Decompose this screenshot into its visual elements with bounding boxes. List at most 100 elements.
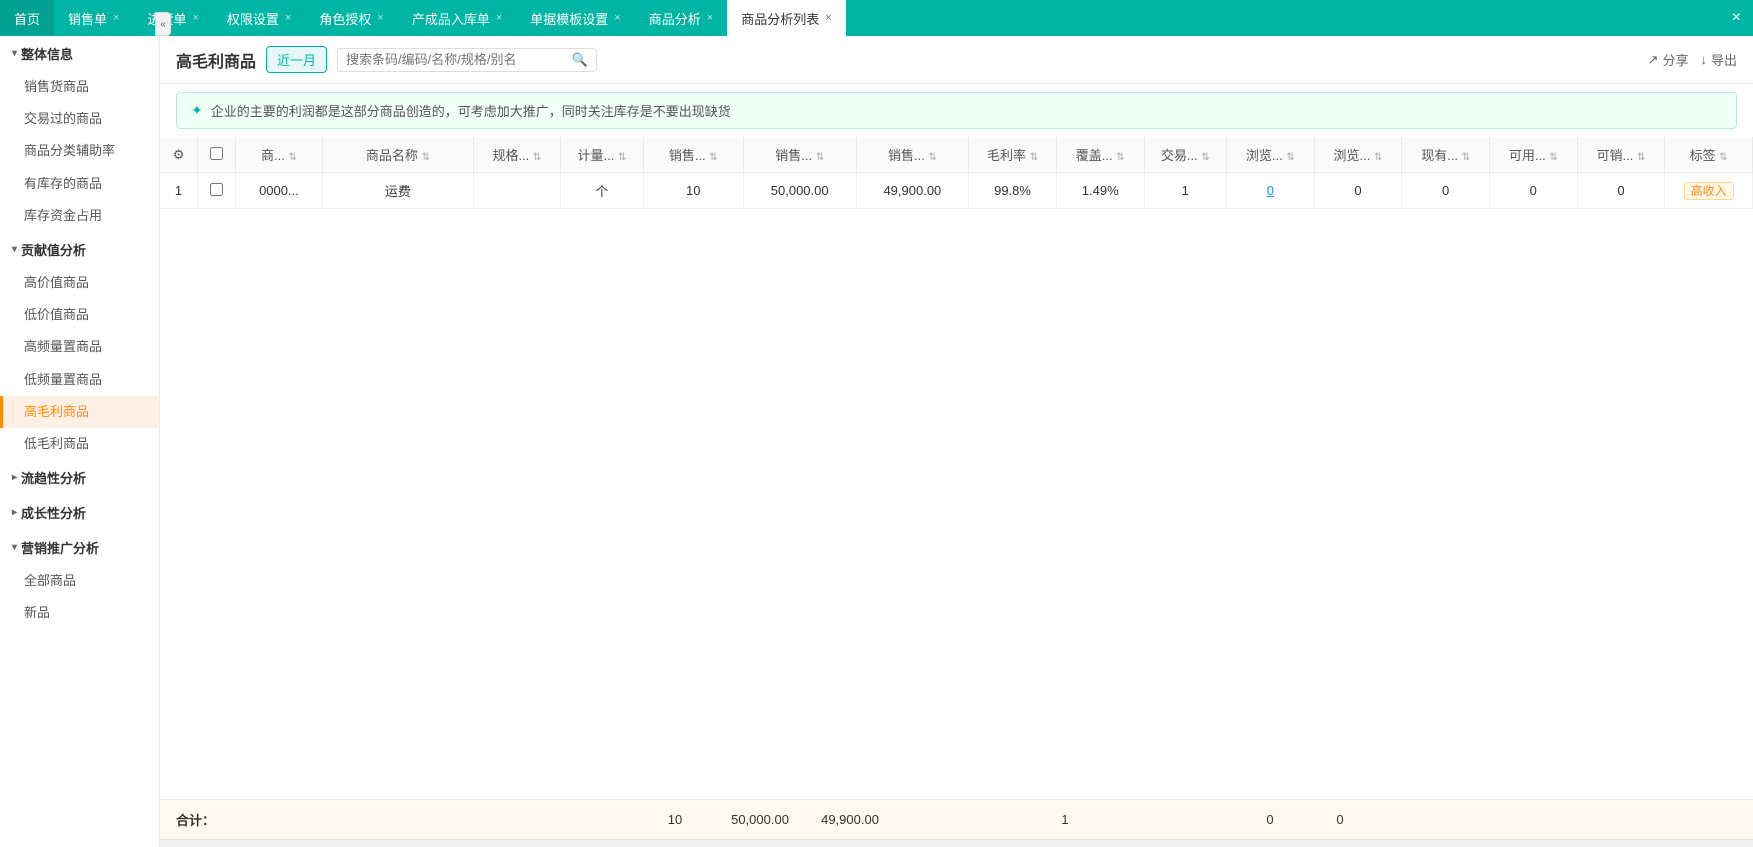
sidebar-section-overall[interactable]: ▾整体信息 [0,36,159,71]
sort-icon-code: ⇅ [288,152,296,163]
sidebar-item-high-freq[interactable]: 高频量置商品 [0,331,159,363]
sidebar-item-new-goods[interactable]: 新品 [0,597,159,629]
sort-icon-sales-profit: ⇅ [928,152,936,163]
sidebar-item-high-margin[interactable]: 高毛利商品 [0,396,159,428]
nav-item-template[interactable]: 单据模板设置 × [516,0,634,36]
header-actions: ↗ 分享 ↓ 导出 [1648,50,1737,69]
sidebar-item-low-value[interactable]: 低价值商品 [0,299,159,331]
row-sales-amount: 50,000.00 [743,173,856,209]
tag-badge: 高收入 [1684,182,1734,200]
sidebar-collapse-button[interactable]: « [155,12,171,36]
row-unit: 个 [561,173,643,209]
nav-item-purchase[interactable]: 进货单 × [133,0,212,36]
col-header-coverage[interactable]: 覆盖... ⇅ [1056,137,1144,173]
sidebar-section-marketing[interactable]: ▾营销推广分析 [0,530,159,565]
main-layout: ▾整体信息销售货商品交易过的商品商品分类辅助率有库存的商品库存资金占用▾贡献值分… [0,36,1753,847]
sidebar-item-traded-goods[interactable]: 交易过的商品 [0,103,159,135]
col-header-unit[interactable]: 计量... ⇅ [561,137,643,173]
sidebar-section-financial[interactable]: ▾贡献值分析 [0,232,159,267]
browse-link[interactable]: 0 [1267,183,1274,198]
col-header-sales-amount[interactable]: 销售... ⇅ [743,137,856,173]
col-label-salable: 可销... [1597,148,1634,163]
share-button[interactable]: ↗ 分享 [1648,50,1689,69]
nav-item-permission[interactable]: 权限设置 × [213,0,305,36]
footer-cell-0 [255,812,285,827]
col-label-spec: 规格... [492,148,529,163]
footer-cell-11: 1 [1035,812,1095,827]
col-label-tag: 标签 [1690,148,1716,163]
share-icon: ↗ [1648,52,1659,68]
select-all-checkbox[interactable] [210,147,223,160]
row-tag: 高收入 [1665,173,1753,209]
content-header: 高毛利商品 近一月 🔍 ↗ 分享 ↓ 导出 [160,36,1753,84]
search-input[interactable] [346,52,572,67]
col-label-sales-amount: 销售... [775,148,812,163]
col-header-trade[interactable]: 交易... ⇅ [1144,137,1226,173]
col-header-spec[interactable]: 规格... ⇅ [473,137,561,173]
nav-item-product-entry[interactable]: 产成品入库单 × [398,0,516,36]
sidebar-item-low-margin[interactable]: 低毛利商品 [0,428,159,460]
nav-close-role[interactable]: × [377,12,383,24]
col-header-settings[interactable]: ⚙ [160,137,198,173]
filter-month-button[interactable]: 近一月 [266,46,327,73]
export-button[interactable]: ↓ 导出 [1700,50,1737,69]
settings-icon[interactable]: ⚙ [173,147,185,162]
col-header-browse1[interactable]: 浏览... ⇅ [1227,137,1315,173]
col-header-code[interactable]: 商... ⇅ [235,137,323,173]
sidebar: ▾整体信息销售货商品交易过的商品商品分类辅助率有库存的商品库存资金占用▾贡献值分… [0,36,160,847]
footer-cell-7: 50,000.00 [715,812,805,827]
col-header-name[interactable]: 商品名称 ⇅ [323,137,473,173]
nav-close-purchase[interactable]: × [192,12,198,24]
row-checkbox[interactable] [198,173,236,209]
col-header-sales-profit[interactable]: 销售... ⇅ [856,137,969,173]
col-header-available[interactable]: 可用... ⇅ [1489,137,1577,173]
sidebar-item-stock-occupy[interactable]: 库存资金占用 [0,200,159,232]
nav-close-analysis-list[interactable]: × [825,12,831,24]
col-header-sales-qty[interactable]: 销售... ⇅ [643,137,743,173]
row-margin-rate: 99.8% [969,173,1057,209]
footer-cell-6: 10 [635,812,715,827]
nav-item-sales[interactable]: 销售单 × [54,0,133,36]
footer-cell-12 [1095,812,1165,827]
sidebar-item-low-freq[interactable]: 低频量置商品 [0,364,159,396]
nav-item-home[interactable]: 首页 [0,0,54,36]
nav-close-permission[interactable]: × [285,12,291,24]
nav-item-role[interactable]: 角色授权 × [305,0,397,36]
col-header-current[interactable]: 现有... ⇅ [1402,137,1490,173]
footer-cell-5 [575,812,635,827]
total-label: 合计： [176,810,215,829]
nav-close-analysis[interactable]: × [707,12,713,24]
sidebar-item-sales-goods[interactable]: 销售货商品 [0,71,159,103]
col-header-tag[interactable]: 标签 ⇅ [1665,137,1753,173]
row-checkbox[interactable] [210,183,223,196]
sort-icon-spec: ⇅ [533,152,541,163]
col-header-checkbox[interactable] [198,137,236,173]
footer-cell-14: 0 [1235,812,1305,827]
footer-cell-15: 0 [1305,812,1375,827]
sidebar-section-trend[interactable]: ▸流趋性分析 [0,460,159,495]
sidebar-item-stocked-goods[interactable]: 有库存的商品 [0,168,159,200]
content-area: 高毛利商品 近一月 🔍 ↗ 分享 ↓ 导出 ✦ 企业的主要的利润都是这部分商品创… [160,36,1753,847]
sort-icon-available: ⇅ [1549,152,1557,163]
sort-icon-browse1: ⇅ [1286,152,1294,163]
nav-close-template[interactable]: × [614,12,620,24]
search-box: 🔍 [337,48,597,72]
app-close-button[interactable]: × [1732,9,1741,27]
sidebar-item-all-goods[interactable]: 全部商品 [0,565,159,597]
info-icon: ✦ [191,102,203,119]
nav-close-product-entry[interactable]: × [496,12,502,24]
horizontal-scrollbar[interactable] [160,839,1753,847]
sidebar-item-goods-assist[interactable]: 商品分类辅助率 [0,135,159,167]
search-icon[interactable]: 🔍 [572,52,588,68]
nav-close-sales[interactable]: × [113,12,119,24]
col-header-salable[interactable]: 可销... ⇅ [1577,137,1665,173]
sidebar-section-growth[interactable]: ▸成长性分析 [0,495,159,530]
col-label-unit: 计量... [578,148,615,163]
row-browse1[interactable]: 0 [1227,173,1315,209]
col-header-browse2[interactable]: 浏览... ⇅ [1314,137,1402,173]
sidebar-item-high-value[interactable]: 高价值商品 [0,267,159,299]
nav-item-analysis-list[interactable]: 商品分析列表 × [727,0,845,36]
info-bar: ✦ 企业的主要的利润都是这部分商品创造的，可考虑加大推广，同时关注库存是不要出现… [176,92,1737,129]
nav-item-analysis[interactable]: 商品分析 × [635,0,727,36]
col-header-margin-rate[interactable]: 毛利率 ⇅ [969,137,1057,173]
